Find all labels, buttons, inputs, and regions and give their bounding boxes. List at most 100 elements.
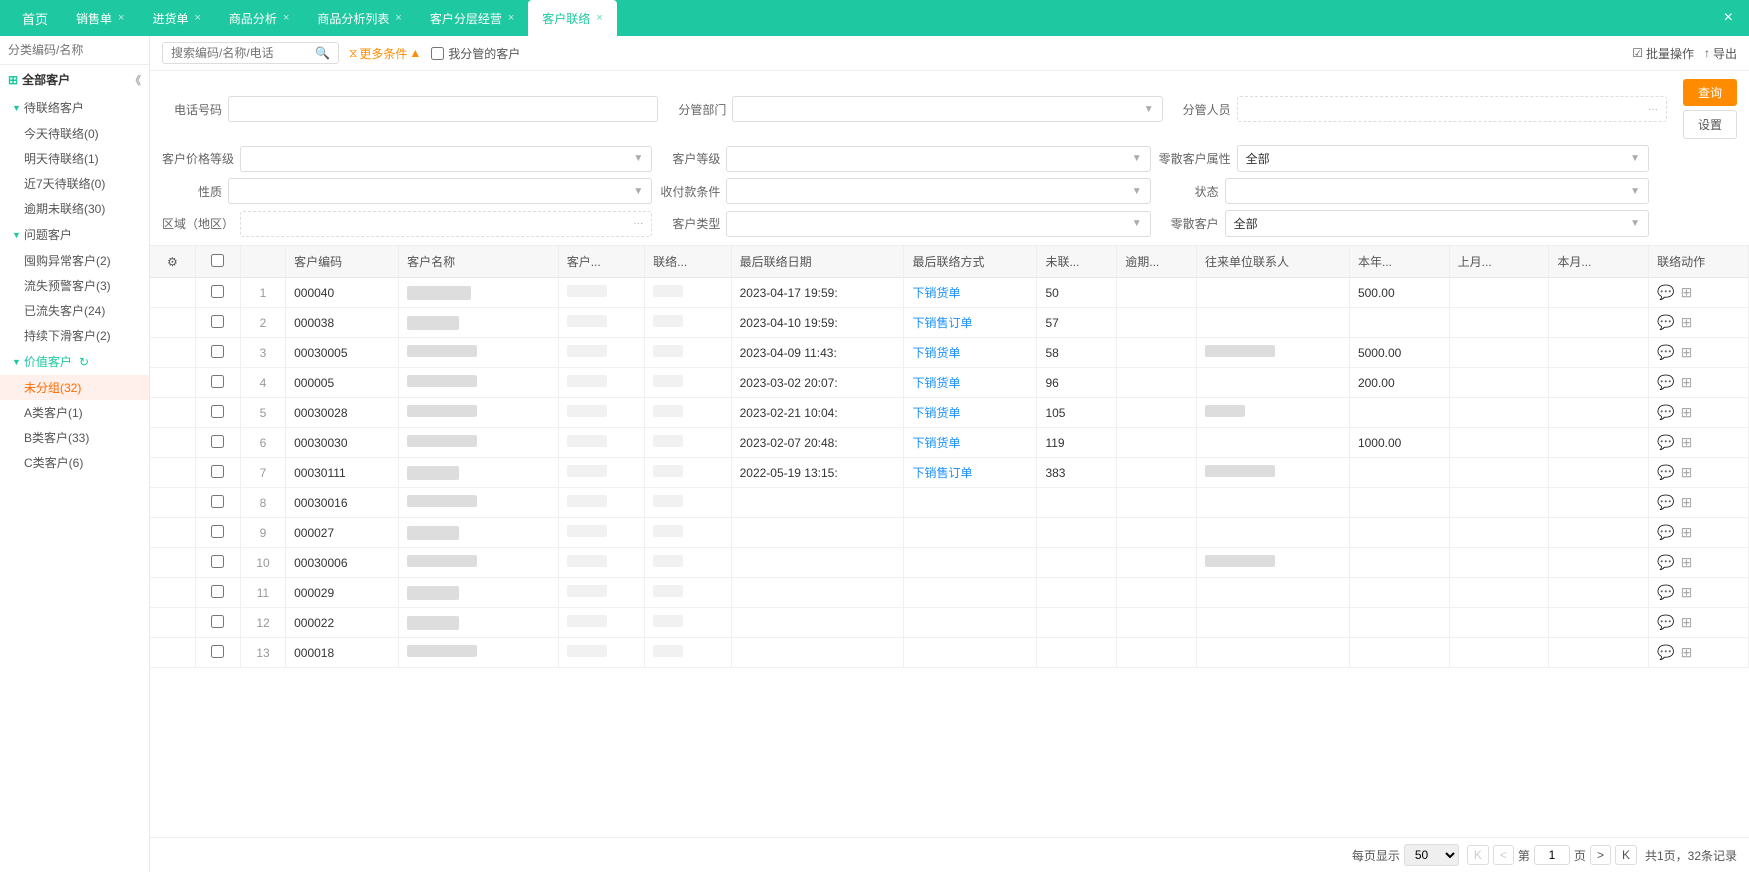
close-sales-tab[interactable]: × bbox=[118, 12, 124, 24]
row-select[interactable] bbox=[211, 615, 224, 628]
value-customer-header[interactable]: ▼ 价值客户 ↻ bbox=[0, 348, 149, 375]
nav-tab-customer-contact[interactable]: 客户联络 × bbox=[528, 0, 616, 36]
first-page-btn[interactable]: K bbox=[1467, 845, 1489, 865]
reset-btn[interactable]: 设置 bbox=[1683, 110, 1737, 139]
row-select[interactable] bbox=[211, 375, 224, 388]
sidebar-item-ungroup[interactable]: 未分组(32) bbox=[0, 375, 149, 400]
my-customers-check[interactable]: 我分管的客户 bbox=[431, 45, 520, 62]
sidebar-search-input[interactable] bbox=[8, 43, 150, 57]
grid-action-icon[interactable]: ⊞ bbox=[1681, 284, 1693, 301]
message-icon[interactable]: 💬 bbox=[1657, 614, 1674, 631]
row-select[interactable] bbox=[211, 315, 224, 328]
message-icon[interactable]: 💬 bbox=[1657, 284, 1674, 301]
customer-type-select[interactable]: ▼ bbox=[726, 211, 1150, 237]
customer-level-select[interactable]: ▼ bbox=[726, 146, 1150, 172]
grid-action-icon[interactable]: ⊞ bbox=[1681, 344, 1693, 361]
payment-select[interactable]: ▼ bbox=[726, 178, 1150, 204]
nav-tab-purchase[interactable]: 进货单 × bbox=[138, 0, 214, 36]
message-icon[interactable]: 💬 bbox=[1657, 314, 1674, 331]
message-icon[interactable]: 💬 bbox=[1657, 644, 1674, 661]
prev-page-btn[interactable]: < bbox=[1493, 845, 1514, 865]
main-search-input[interactable] bbox=[171, 46, 311, 60]
last-way-link[interactable]: 下销货单 bbox=[912, 346, 960, 360]
last-way-link[interactable]: 下销货单 bbox=[912, 286, 960, 300]
grid-action-icon[interactable]: ⊞ bbox=[1681, 494, 1693, 511]
message-icon[interactable]: 💬 bbox=[1657, 524, 1674, 541]
nav-home[interactable]: 首页 bbox=[8, 0, 62, 36]
row-select[interactable] bbox=[211, 345, 224, 358]
sidebar-item-b[interactable]: B类客户(33) bbox=[0, 425, 149, 450]
message-icon[interactable]: 💬 bbox=[1657, 464, 1674, 481]
row-select[interactable] bbox=[211, 285, 224, 298]
status-select[interactable]: ▼ bbox=[1225, 178, 1649, 204]
more-conditions-btn[interactable]: ⧖ 更多条件 ▲ bbox=[349, 45, 421, 62]
last-way-link[interactable]: 下销货单 bbox=[912, 406, 960, 420]
query-btn[interactable]: 查询 bbox=[1683, 79, 1737, 106]
grid-action-icon[interactable]: ⊞ bbox=[1681, 524, 1693, 541]
message-icon[interactable]: 💬 bbox=[1657, 554, 1674, 571]
phone-input[interactable] bbox=[228, 96, 658, 122]
sidebar-item-c[interactable]: C类客户(6) bbox=[0, 450, 149, 475]
last-way-link[interactable]: 下销售订单 bbox=[912, 466, 972, 480]
nav-tab-product-list[interactable]: 商品分析列表 × bbox=[303, 0, 415, 36]
th-settings[interactable]: ⚙ bbox=[150, 246, 195, 278]
row-select[interactable] bbox=[211, 585, 224, 598]
sidebar-item-7days[interactable]: 近7天待联络(0) bbox=[0, 171, 149, 196]
retail-attr-select[interactable]: 全部 ▼ bbox=[1237, 145, 1649, 172]
batch-ops-btn[interactable]: ☑ 批量操作 bbox=[1632, 45, 1694, 62]
row-select[interactable] bbox=[211, 525, 224, 538]
grid-action-icon[interactable]: ⊞ bbox=[1681, 554, 1693, 571]
close-segment-tab[interactable]: × bbox=[508, 12, 514, 24]
close-product-list-tab[interactable]: × bbox=[395, 12, 401, 24]
settings-icon[interactable]: ⚙ bbox=[167, 255, 178, 269]
last-way-link[interactable]: 下销货单 bbox=[912, 376, 960, 390]
grid-action-icon[interactable]: ⊞ bbox=[1681, 614, 1693, 631]
dept-select[interactable]: ▼ bbox=[732, 96, 1162, 122]
problem-customer-header[interactable]: ▼ 问题客户 bbox=[0, 221, 149, 248]
next-page-btn[interactable]: > bbox=[1590, 845, 1611, 865]
page-size-select[interactable]: 50 20 100 bbox=[1404, 844, 1459, 866]
nav-tab-sales[interactable]: 销售单 × bbox=[62, 0, 138, 36]
refresh-icon[interactable]: ↻ bbox=[79, 355, 89, 369]
grid-action-icon[interactable]: ⊞ bbox=[1681, 464, 1693, 481]
sidebar-item-warning[interactable]: 流失预警客户(3) bbox=[0, 273, 149, 298]
sidebar-item-today[interactable]: 今天待联络(0) bbox=[0, 121, 149, 146]
row-select[interactable] bbox=[211, 405, 224, 418]
row-select[interactable] bbox=[211, 645, 224, 658]
message-icon[interactable]: 💬 bbox=[1657, 344, 1674, 361]
sidebar-item-overdue[interactable]: 逾期未联络(30) bbox=[0, 196, 149, 221]
message-icon[interactable]: 💬 bbox=[1657, 434, 1674, 451]
main-search-icon[interactable]: 🔍 bbox=[315, 46, 330, 60]
select-all-checkbox[interactable] bbox=[211, 254, 224, 267]
my-customers-checkbox[interactable] bbox=[431, 47, 444, 60]
message-icon[interactable]: 💬 bbox=[1657, 584, 1674, 601]
close-contact-tab[interactable]: × bbox=[596, 12, 602, 24]
grid-action-icon[interactable]: ⊞ bbox=[1681, 374, 1693, 391]
message-icon[interactable]: 💬 bbox=[1657, 374, 1674, 391]
close-purchase-tab[interactable]: × bbox=[194, 12, 200, 24]
row-select[interactable] bbox=[211, 495, 224, 508]
retail-customer-select[interactable]: 全部 ▼ bbox=[1225, 210, 1649, 237]
sidebar-item-abnormal[interactable]: 囤购异常客户(2) bbox=[0, 248, 149, 273]
sidebar-item-a[interactable]: A类客户(1) bbox=[0, 400, 149, 425]
all-customers-header[interactable]: ⊞ 全部客户 《 bbox=[0, 65, 149, 94]
grid-action-icon[interactable]: ⊞ bbox=[1681, 314, 1693, 331]
region-input[interactable]: ··· bbox=[240, 211, 652, 237]
price-level-select[interactable]: ▼ bbox=[240, 146, 652, 172]
nav-tab-product-analysis[interactable]: 商品分析 × bbox=[215, 0, 303, 36]
manager-input[interactable]: ··· bbox=[1237, 96, 1667, 122]
sidebar-item-tomorrow[interactable]: 明天待联络(1) bbox=[0, 146, 149, 171]
pending-contact-header[interactable]: ▼ 待联络客户 bbox=[0, 94, 149, 121]
grid-action-icon[interactable]: ⊞ bbox=[1681, 584, 1693, 601]
nav-tab-customer-segment[interactable]: 客户分层经营 × bbox=[416, 0, 528, 36]
row-select[interactable] bbox=[211, 555, 224, 568]
page-input[interactable] bbox=[1534, 845, 1570, 865]
export-btn[interactable]: ↑ 导出 bbox=[1704, 45, 1737, 62]
sidebar-item-lost[interactable]: 已流失客户(24) bbox=[0, 298, 149, 323]
close-all-btn[interactable]: × bbox=[1716, 9, 1741, 27]
nature-select[interactable]: ▼ bbox=[228, 178, 652, 204]
grid-action-icon[interactable]: ⊞ bbox=[1681, 434, 1693, 451]
last-page-btn[interactable]: K bbox=[1615, 845, 1637, 865]
row-select[interactable] bbox=[211, 435, 224, 448]
close-product-tab[interactable]: × bbox=[283, 12, 289, 24]
